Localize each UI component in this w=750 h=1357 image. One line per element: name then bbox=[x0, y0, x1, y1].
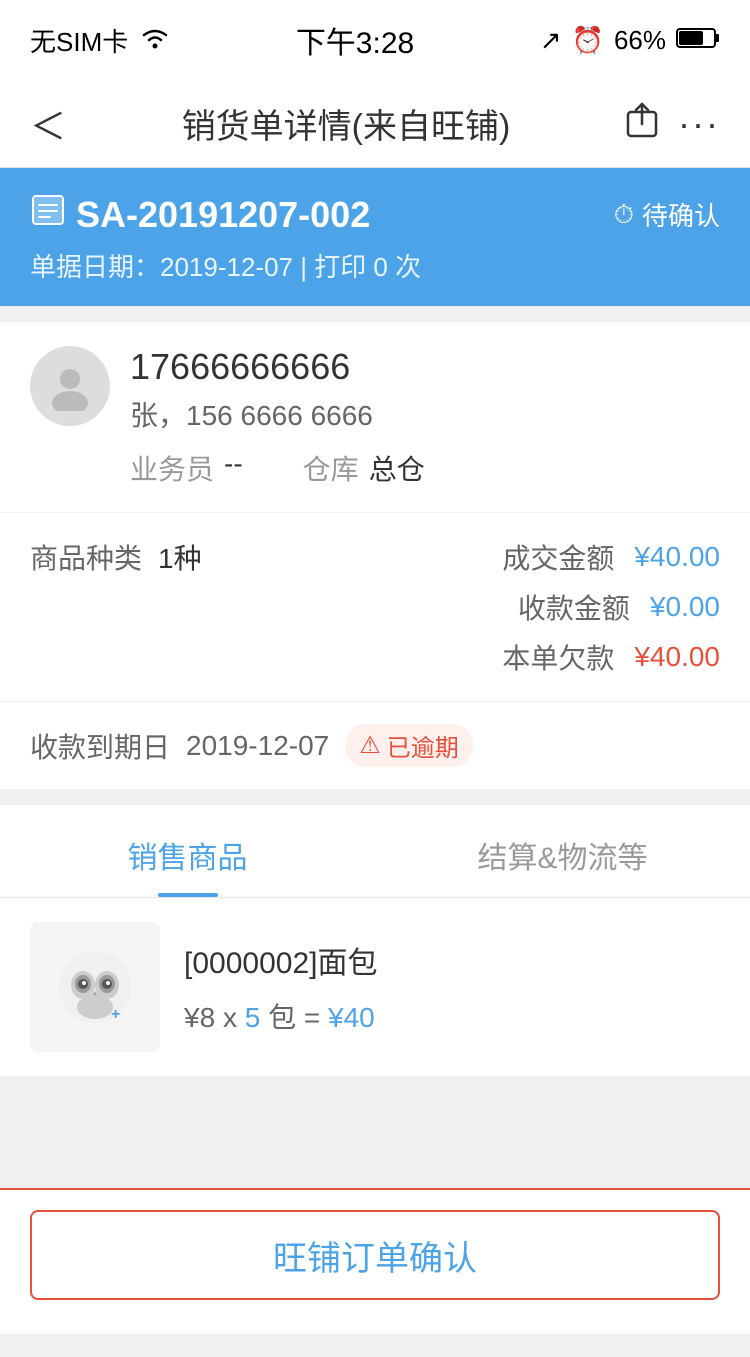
customer-phone: 17666666666 bbox=[130, 346, 720, 388]
share-button[interactable] bbox=[626, 102, 658, 146]
confirm-order-button[interactable]: 旺铺订单确认 bbox=[30, 1210, 720, 1300]
price-value: ¥8 bbox=[184, 1002, 215, 1033]
status-left: 无SIM卡 bbox=[30, 22, 170, 59]
due-date-label: 收款到期日 bbox=[30, 726, 170, 766]
order-status: ⏱ 待确认 bbox=[614, 196, 720, 233]
product-name: [0000002]面包 bbox=[184, 938, 720, 982]
product-item: + [0000002]面包 ¥8 x 5 包 = ¥40 bbox=[0, 898, 750, 1077]
product-unit: 包 bbox=[268, 1002, 296, 1033]
customer-name: 张，156 6666 6666 bbox=[130, 394, 720, 434]
product-type-value: 1种 bbox=[158, 537, 202, 577]
customer-info: 17666666666 张，156 6666 6666 业务员 -- 仓库 总仓 bbox=[130, 346, 720, 488]
status-bar: 无SIM卡 下午3:28 ↗ ⏰ 66% bbox=[0, 0, 750, 80]
more-button[interactable]: ··· bbox=[678, 103, 720, 145]
price-equals: = bbox=[304, 1002, 328, 1033]
status-time: 下午3:28 bbox=[296, 18, 414, 62]
received-label: 收款金额 bbox=[518, 587, 630, 627]
amount-value: ¥40.00 bbox=[634, 541, 720, 573]
product-image: + bbox=[30, 922, 160, 1052]
warehouse-value: 总仓 bbox=[369, 448, 425, 488]
battery-icon bbox=[676, 25, 720, 56]
due-date-value: 2019-12-07 bbox=[186, 730, 329, 762]
battery-label: 66% bbox=[614, 25, 666, 56]
product-type-label: 商品种类 bbox=[30, 537, 142, 577]
wifi-icon bbox=[140, 25, 170, 56]
tabs: 销售商品 结算&物流等 bbox=[0, 805, 750, 898]
product-price: ¥8 x 5 包 = ¥40 bbox=[184, 996, 720, 1036]
price-multiply: x bbox=[223, 1002, 245, 1033]
salesperson-item: 业务员 -- bbox=[130, 448, 243, 488]
nav-right[interactable]: ··· bbox=[626, 102, 720, 146]
salesperson-label: 业务员 bbox=[130, 448, 214, 488]
amount-label: 成交金额 bbox=[502, 537, 614, 577]
summary-section: 商品种类 1种 成交金额 ¥40.00 收款金额 ¥0.00 本单欠款 ¥40.… bbox=[0, 513, 750, 701]
warehouse-item: 仓库 总仓 bbox=[303, 448, 425, 488]
summary-right: 成交金额 ¥40.00 收款金额 ¥0.00 本单欠款 ¥40.00 bbox=[502, 537, 720, 677]
order-header: SA-20191207-002 ⏱ 待确认 单据日期：2019-12-07 | … bbox=[0, 168, 750, 306]
product-details: [0000002]面包 ¥8 x 5 包 = ¥40 bbox=[184, 938, 720, 1036]
due-date-section: 收款到期日 2019-12-07 ⚠ 已逾期 bbox=[0, 702, 750, 789]
order-date: 单据日期：2019-12-07 | 打印 0 次 bbox=[30, 247, 720, 284]
location-icon: ↗ bbox=[540, 25, 562, 56]
status-right: ↗ ⏰ 66% bbox=[540, 25, 720, 56]
alarm-icon: ⏰ bbox=[572, 25, 604, 56]
nav-left[interactable]: ＜ bbox=[30, 98, 66, 150]
page-title: 销货单详情(来自旺铺) bbox=[182, 99, 511, 148]
order-icon bbox=[30, 192, 66, 237]
order-id: SA-20191207-002 bbox=[30, 192, 370, 237]
tab-sales-products[interactable]: 销售商品 bbox=[0, 805, 375, 897]
tab-settlement-logistics[interactable]: 结算&物流等 bbox=[375, 805, 750, 897]
product-qty: 5 bbox=[245, 1002, 261, 1033]
summary-left: 商品种类 1种 bbox=[30, 537, 202, 577]
confirm-button-area: 旺铺订单确认 bbox=[0, 1188, 750, 1334]
warning-icon: ⚠ bbox=[359, 731, 381, 760]
received-value: ¥0.00 bbox=[650, 591, 720, 623]
owed-label: 本单欠款 bbox=[502, 637, 614, 677]
svg-text:+: + bbox=[111, 1006, 120, 1023]
customer-section: 17666666666 张，156 6666 6666 业务员 -- 仓库 总仓 bbox=[0, 322, 750, 512]
owed-value: ¥40.00 bbox=[634, 641, 720, 673]
overdue-badge: ⚠ 已逾期 bbox=[345, 724, 473, 767]
product-total: ¥40 bbox=[328, 1002, 375, 1033]
product-list: + [0000002]面包 ¥8 x 5 包 = ¥40 bbox=[0, 898, 750, 1077]
back-button[interactable]: ＜ bbox=[30, 98, 66, 150]
salesperson-value: -- bbox=[224, 448, 243, 488]
overdue-label: 已逾期 bbox=[387, 728, 459, 763]
warehouse-label: 仓库 bbox=[303, 448, 359, 488]
nav-bar: ＜ 销货单详情(来自旺铺) ··· bbox=[0, 80, 750, 168]
avatar bbox=[30, 346, 110, 426]
carrier-label: 无SIM卡 bbox=[30, 22, 128, 59]
clock-icon: ⏱ bbox=[614, 199, 634, 231]
